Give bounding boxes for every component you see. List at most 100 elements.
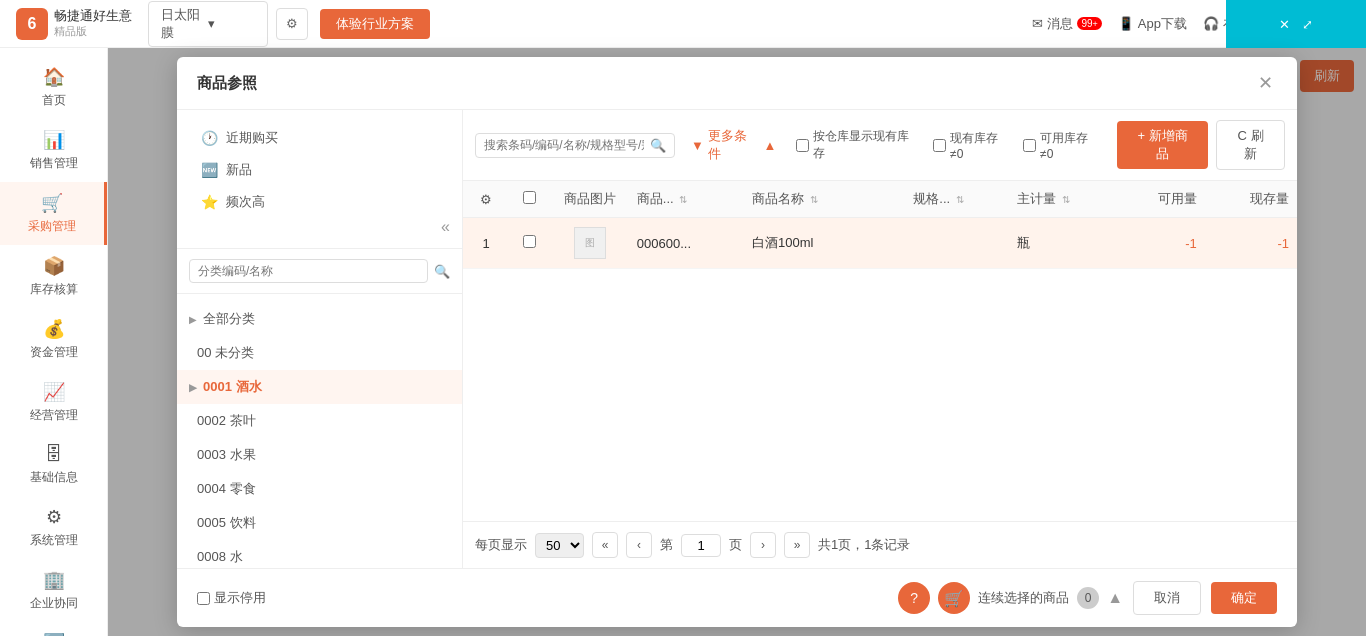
row-code-cell: 000600... [629,218,744,269]
warehouse-stock-checkbox[interactable] [796,139,809,152]
message-nav-item[interactable]: ✉ 消息 99+ [1032,15,1101,33]
quick-item-frequent[interactable]: ⭐ 频次高 [189,186,450,218]
sales-icon: 📊 [43,129,65,151]
sidebar-item-operation[interactable]: 📈 经营管理 [0,371,107,434]
message-badge: 99+ [1077,17,1101,30]
checkbox-current-stock[interactable]: 现有库存≠0 [933,130,1011,161]
logo-area: 6 畅捷通好生意 精品版 [16,8,132,40]
col-check-header [509,181,550,218]
filter-icon: ▼ [691,138,704,153]
headset-icon: 🎧 [1203,16,1219,31]
cart-count-badge: 0 [1077,587,1099,609]
sidebar-item-home[interactable]: 🏠 首页 [0,56,107,119]
col-name-header[interactable]: 商品名称 ⇅ [744,181,905,218]
category-search-input[interactable] [189,259,428,283]
last-page-button[interactable]: » [784,532,810,558]
checkbox-available-stock[interactable]: 可用库存≠0 [1023,130,1101,161]
category-item-all[interactable]: ▶ 全部分类 [177,302,462,336]
category-item-00[interactable]: 00 未分类 [177,336,462,370]
modal-footer: 显示停用 ? 🛒 连续选择的商品 0 ▲ 取消 确定 [177,568,1297,627]
col-num-header: ⚙ [463,181,509,218]
left-sidebar: 🏠 首页 📊 销售管理 🛒 采购管理 📦 库存核算 💰 资金管理 📈 经营管理 … [0,48,108,636]
col-unit-header[interactable]: 主计量 ⇅ [1009,181,1101,218]
row-name-cell: 白酒100ml [744,218,905,269]
expand-icon[interactable]: ⤢ [1302,17,1313,32]
sidebar-item-guide[interactable]: 🆕 新手引导 [0,622,107,636]
sort-unit-icon: ⇅ [1062,194,1070,205]
settings-col-icon[interactable]: ⚙ [480,192,492,207]
cart-area: ? 🛒 连续选择的商品 0 ▲ [898,582,1123,614]
sidebar-item-finance[interactable]: 💰 资金管理 [0,308,107,371]
sidebar-item-basic[interactable]: 🗄 基础信息 [0,434,107,496]
settings-icon[interactable]: ⚙ [276,8,308,40]
trial-button[interactable]: 体验行业方案 [320,9,430,39]
search-icon[interactable]: 🔍 [650,138,666,153]
star-icon: ⭐ [201,194,218,210]
page-size-select[interactable]: 50 [535,533,584,558]
current-stock-checkbox[interactable] [933,139,946,152]
show-disabled-area: 显示停用 [197,589,266,607]
cart-icon[interactable]: 🛒 [938,582,970,614]
collapse-cart-button[interactable]: ▲ [1107,589,1123,607]
content-area: 查询 设置 刷新 商品参照 ✕ 🕐 [108,48,1366,636]
current-page-input[interactable] [681,534,721,557]
product-reference-modal: 商品参照 ✕ 🕐 近期购买 🆕 [177,57,1297,627]
sort-code-icon: ⇅ [679,194,687,205]
category-item-0003[interactable]: 0003 水果 [177,438,462,472]
category-search-area: 🔍 [177,249,462,294]
sidebar-item-sales[interactable]: 📊 销售管理 [0,119,107,182]
home-icon: 🏠 [43,66,65,88]
row-checkbox[interactable] [523,235,536,248]
next-page-button[interactable]: › [750,532,776,558]
row-num-cell: 1 [463,218,509,269]
category-item-0002[interactable]: 0002 茶叶 [177,404,462,438]
modal-toolbar: 🔍 ▼ 更多条件 ▲ 按仓库显示现有库存 [463,110,1297,181]
branch-selector[interactable]: 日太阳膜 ▾ [148,1,268,47]
row-unit-cell: 瓶 [1009,218,1101,269]
basic-icon: 🗄 [45,444,63,465]
add-product-button[interactable]: + 新增商品 [1117,121,1208,169]
cancel-button[interactable]: 取消 [1133,581,1201,615]
stock-icon: 📦 [43,255,65,277]
sidebar-item-system[interactable]: ⚙ 系统管理 [0,496,107,559]
logo-text: 畅捷通好生意 精品版 [54,8,132,40]
sidebar-item-enterprise[interactable]: 🏢 企业协同 [0,559,107,622]
category-item-0004[interactable]: 0004 零食 [177,472,462,506]
product-search-input[interactable] [484,138,644,152]
purchase-icon: 🛒 [41,192,63,214]
select-all-checkbox[interactable] [523,191,536,204]
more-filter-button[interactable]: ▼ 更多条件 ▲ [683,123,784,167]
quick-item-recent[interactable]: 🕐 近期购买 [189,122,450,154]
sidebar-item-stock[interactable]: 📦 库存核算 [0,245,107,308]
collapse-left-panel-button[interactable]: « [441,218,450,236]
row-stock-cell: -1 [1205,218,1297,269]
modal-close-button[interactable]: ✕ [1253,71,1277,95]
col-spec-header[interactable]: 规格... ⇅ [905,181,1009,218]
checkbox-warehouse-stock[interactable]: 按仓库显示现有库存 [796,128,921,162]
col-stock-header: 现存量 [1205,181,1297,218]
logo-icon: 6 [16,8,48,40]
app-download-item[interactable]: 📱 App下载 [1118,15,1187,33]
category-item-0001[interactable]: ▶ 0001 酒水 [177,370,462,404]
refresh-button[interactable]: C 刷新 [1216,120,1285,170]
first-page-button[interactable]: « [592,532,618,558]
category-item-0008[interactable]: 0008 水 [177,540,462,568]
table-row[interactable]: 1 图 000600... 白酒100ml [463,218,1297,269]
guide-icon: 🆕 [43,632,65,636]
top-nav: 6 畅捷通好生意 精品版 日太阳膜 ▾ ⚙ 体验行业方案 ✉ 消息 99+ 📱 … [0,0,1366,48]
category-list: ▶ 全部分类 00 未分类 ▶ 0001 酒水 0002 茶 [177,294,462,568]
close-icon[interactable]: ✕ [1279,17,1290,32]
sort-name-icon: ⇅ [810,194,818,205]
category-search-icon[interactable]: 🔍 [434,264,450,279]
available-stock-checkbox[interactable] [1023,139,1036,152]
modal-overlay: 商品参照 ✕ 🕐 近期购买 🆕 [108,48,1366,636]
modal-header: 商品参照 ✕ [177,57,1297,110]
sidebar-item-purchase[interactable]: 🛒 采购管理 [0,182,107,245]
show-disabled-checkbox[interactable] [197,592,210,605]
category-item-0005[interactable]: 0005 饮料 [177,506,462,540]
col-code-header[interactable]: 商品... ⇅ [629,181,744,218]
help-icon[interactable]: ? [898,582,930,614]
confirm-button[interactable]: 确定 [1211,582,1277,614]
quick-item-new[interactable]: 🆕 新品 [189,154,450,186]
prev-page-button[interactable]: ‹ [626,532,652,558]
